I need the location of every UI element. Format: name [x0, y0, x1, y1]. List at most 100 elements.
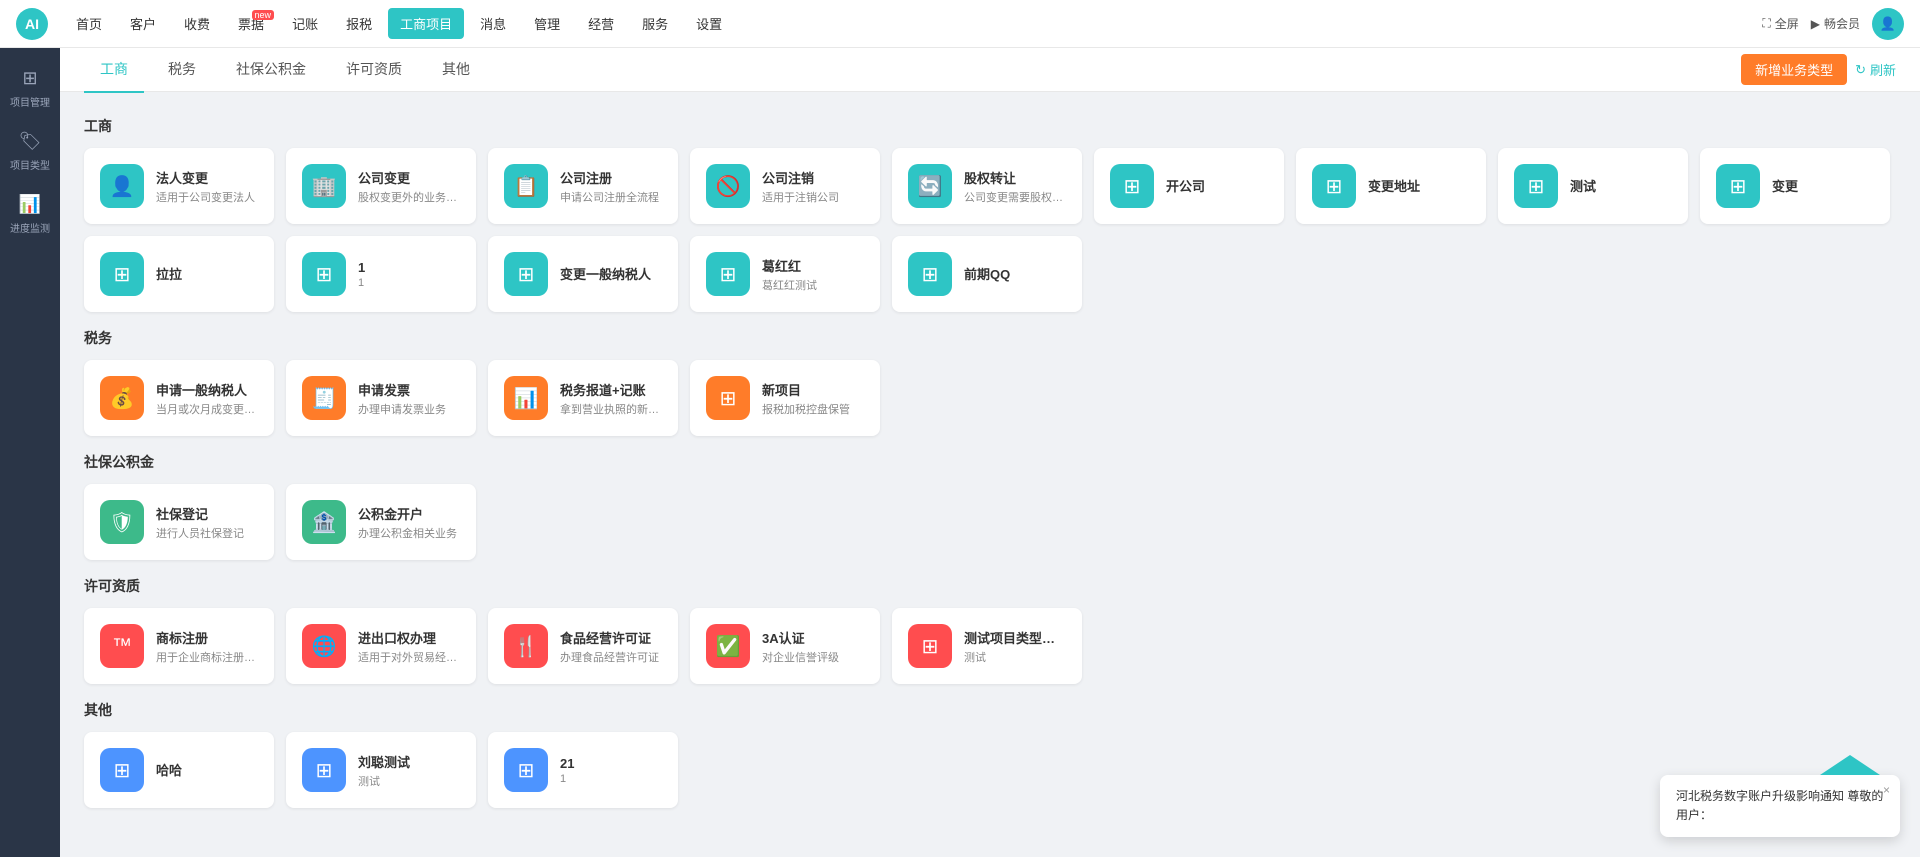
sidebar-item-进度监测[interactable]: 📊 进度监测: [0, 182, 60, 245]
tab-社保公积金[interactable]: 社保公积金: [220, 47, 322, 93]
sidebar: ⊞ 项目管理 🏷 项目类型 📊 进度监测: [0, 48, 60, 857]
nav-item-首页[interactable]: 首页: [64, 8, 114, 39]
nav-item-服务[interactable]: 服务: [630, 8, 680, 39]
card-刘聪测试[interactable]: ⊞ 刘聪测试测试: [286, 732, 476, 808]
申请一般纳税人-desc: 当月或次月成变更完成: [156, 401, 258, 417]
测试-icon: ⊞: [1514, 164, 1558, 208]
new-type-button[interactable]: 新增业务类型: [1741, 54, 1847, 85]
社保登记-info: 社保登记进行人员社保登记: [156, 504, 258, 541]
nav-item-票据[interactable]: 票据new: [226, 8, 276, 39]
card-开公司[interactable]: ⊞开公司: [1094, 148, 1284, 224]
card-新项目[interactable]: ⊞新项目报税加税控盘保管: [690, 360, 880, 436]
21-title: 21: [560, 756, 662, 771]
card-公司注销[interactable]: 🚫公司注销适用于注销公司: [690, 148, 880, 224]
刘聪测试-desc: 测试: [358, 773, 460, 789]
sidebar-item-项目管理[interactable]: ⊞ 项目管理: [0, 56, 60, 119]
card-测试项目类型目定义[interactable]: ⊞测试项目类型目定义测试: [892, 608, 1082, 684]
card-税务报道+记账[interactable]: 📊 税务报道+记账拿到营业执照的新公司: [488, 360, 678, 436]
nav-item-管理[interactable]: 管理: [522, 8, 572, 39]
3A认证-desc: 对企业信誉评级: [762, 649, 864, 665]
notification-close-button[interactable]: ×: [1883, 783, 1890, 797]
card-进出口权办理[interactable]: 🌐 进出口权办理适用于对外贸易经营者: [286, 608, 476, 684]
税务报道+记账-info: 税务报道+记账拿到营业执照的新公司: [560, 380, 662, 417]
card-变更[interactable]: ⊞变更: [1700, 148, 1890, 224]
card-申请发票[interactable]: 🧾申请发票办理申请发票业务: [286, 360, 476, 436]
公积金开户-info: 公积金开户办理公积金相关业务: [358, 504, 460, 541]
card-拉拉[interactable]: ⊞拉拉: [84, 236, 274, 312]
法人变更-desc: 适用于公司变更法人: [156, 189, 258, 205]
card-葛红红[interactable]: ⊞葛红红葛红红测试: [690, 236, 880, 312]
1-icon: ⊞: [302, 252, 346, 296]
葛红红-desc: 葛红红测试: [762, 277, 864, 293]
刘聪测试-icon: ⊞: [302, 748, 346, 792]
fullscreen-btn[interactable]: ⛶ 全屏: [1762, 15, 1798, 32]
新项目-title: 新项目: [762, 380, 864, 399]
cards-grid-社保公积金: 🛡 社保登记进行人员社保登记 🏦公积金开户办理公积金相关业务: [84, 484, 1896, 560]
card-股权转让[interactable]: 🔄股权转让公司变更需要股权转让: [892, 148, 1082, 224]
nav-item-经营[interactable]: 经营: [576, 8, 626, 39]
公司注册-info: 公司注册申请公司注册全流程: [560, 168, 662, 205]
section-title-工商: 工商: [84, 116, 1896, 136]
食品经营许可证-title: 食品经营许可证: [560, 628, 662, 647]
tab-许可资质[interactable]: 许可资质: [330, 47, 418, 93]
card-前期QQ[interactable]: ⊞前期QQ: [892, 236, 1082, 312]
card-商标注册[interactable]: ™商标注册用于企业商标注册服务: [84, 608, 274, 684]
card-公司变更[interactable]: 🏢公司变更股权变更外的业务变更: [286, 148, 476, 224]
card-测试[interactable]: ⊞测试: [1498, 148, 1688, 224]
card-社保登记[interactable]: 🛡 社保登记进行人员社保登记: [84, 484, 274, 560]
商标注册-icon: ™: [100, 624, 144, 668]
section-title-其他: 其他: [84, 700, 1896, 720]
notification-triangle: [1820, 755, 1880, 775]
card-哈哈[interactable]: ⊞哈哈: [84, 732, 274, 808]
税务报道+记账-icon: 📊: [504, 376, 548, 420]
card-公积金开户[interactable]: 🏦公积金开户办理公积金相关业务: [286, 484, 476, 560]
card-法人变更[interactable]: 👤法人变更适用于公司变更法人: [84, 148, 274, 224]
tab-税务[interactable]: 税务: [152, 47, 212, 93]
nav-item-收费[interactable]: 收费: [172, 8, 222, 39]
nav-item-工商项目[interactable]: 工商项目: [388, 8, 464, 39]
1-desc: 1: [358, 277, 460, 289]
tab-工商[interactable]: 工商: [84, 47, 144, 93]
1-info: 11: [358, 260, 460, 289]
nav-item-客户[interactable]: 客户: [118, 8, 168, 39]
进出口权办理-title: 进出口权办理: [358, 628, 460, 647]
card-申请一般纳税人[interactable]: 💰申请一般纳税人当月或次月成变更完成: [84, 360, 274, 436]
user-avatar[interactable]: 👤: [1872, 8, 1904, 40]
tab-其他[interactable]: 其他: [426, 47, 486, 93]
税务报道+记账-title: 税务报道+记账: [560, 380, 662, 399]
card-食品经营许可证[interactable]: 🍴食品经营许可证办理食品经营许可证: [488, 608, 678, 684]
拉拉-icon: ⊞: [100, 252, 144, 296]
card-变更地址[interactable]: ⊞变更地址: [1296, 148, 1486, 224]
公司变更-desc: 股权变更外的业务变更: [358, 189, 460, 205]
测试项目类型目定义-desc: 测试: [964, 649, 1066, 665]
section-title-许可资质: 许可资质: [84, 576, 1896, 596]
测试项目类型目定义-info: 测试项目类型目定义测试: [964, 628, 1066, 665]
card-1[interactable]: ⊞ 11: [286, 236, 476, 312]
nav-item-记账[interactable]: 记账: [280, 8, 330, 39]
社保登记-icon: 🛡: [100, 500, 144, 544]
refresh-button[interactable]: ↻ 刷新: [1855, 60, 1896, 79]
葛红红-info: 葛红红葛红红测试: [762, 256, 864, 293]
card-21[interactable]: ⊞211: [488, 732, 678, 808]
top-nav: AI 首页客户收费票据new记账报税工商项目消息管理经营服务设置 ⛶ 全屏 ▶ …: [0, 0, 1920, 48]
card-公司注册[interactable]: 📋公司注册申请公司注册全流程: [488, 148, 678, 224]
法人变更-info: 法人变更适用于公司变更法人: [156, 168, 258, 205]
进出口权办理-desc: 适用于对外贸易经营者: [358, 649, 460, 665]
nav-item-报税[interactable]: 报税: [334, 8, 384, 39]
进出口权办理-icon: 🌐: [302, 624, 346, 668]
nav-item-消息[interactable]: 消息: [468, 8, 518, 39]
cards-grid-工商: 👤法人变更适用于公司变更法人🏢公司变更股权变更外的业务变更📋公司注册申请公司注册…: [84, 148, 1896, 312]
card-变更一般纳税人[interactable]: ⊞变更一般纳税人: [488, 236, 678, 312]
开公司-title: 开公司: [1166, 176, 1268, 195]
公司注册-title: 公司注册: [560, 168, 662, 187]
变更地址-info: 变更地址: [1368, 176, 1470, 197]
sidebar-item-项目类型[interactable]: 🏷 项目类型: [0, 119, 60, 182]
21-desc: 1: [560, 773, 662, 785]
股权转让-desc: 公司变更需要股权转让: [964, 189, 1066, 205]
nav-item-设置[interactable]: 设置: [684, 8, 734, 39]
card-3A认证[interactable]: ✅3A认证对企业信誉评级: [690, 608, 880, 684]
vip-btn[interactable]: ▶ 畅会员: [1811, 15, 1860, 32]
section-title-社保公积金: 社保公积金: [84, 452, 1896, 472]
公司变更-info: 公司变更股权变更外的业务变更: [358, 168, 460, 205]
刘聪测试-info: 刘聪测试测试: [358, 752, 460, 789]
